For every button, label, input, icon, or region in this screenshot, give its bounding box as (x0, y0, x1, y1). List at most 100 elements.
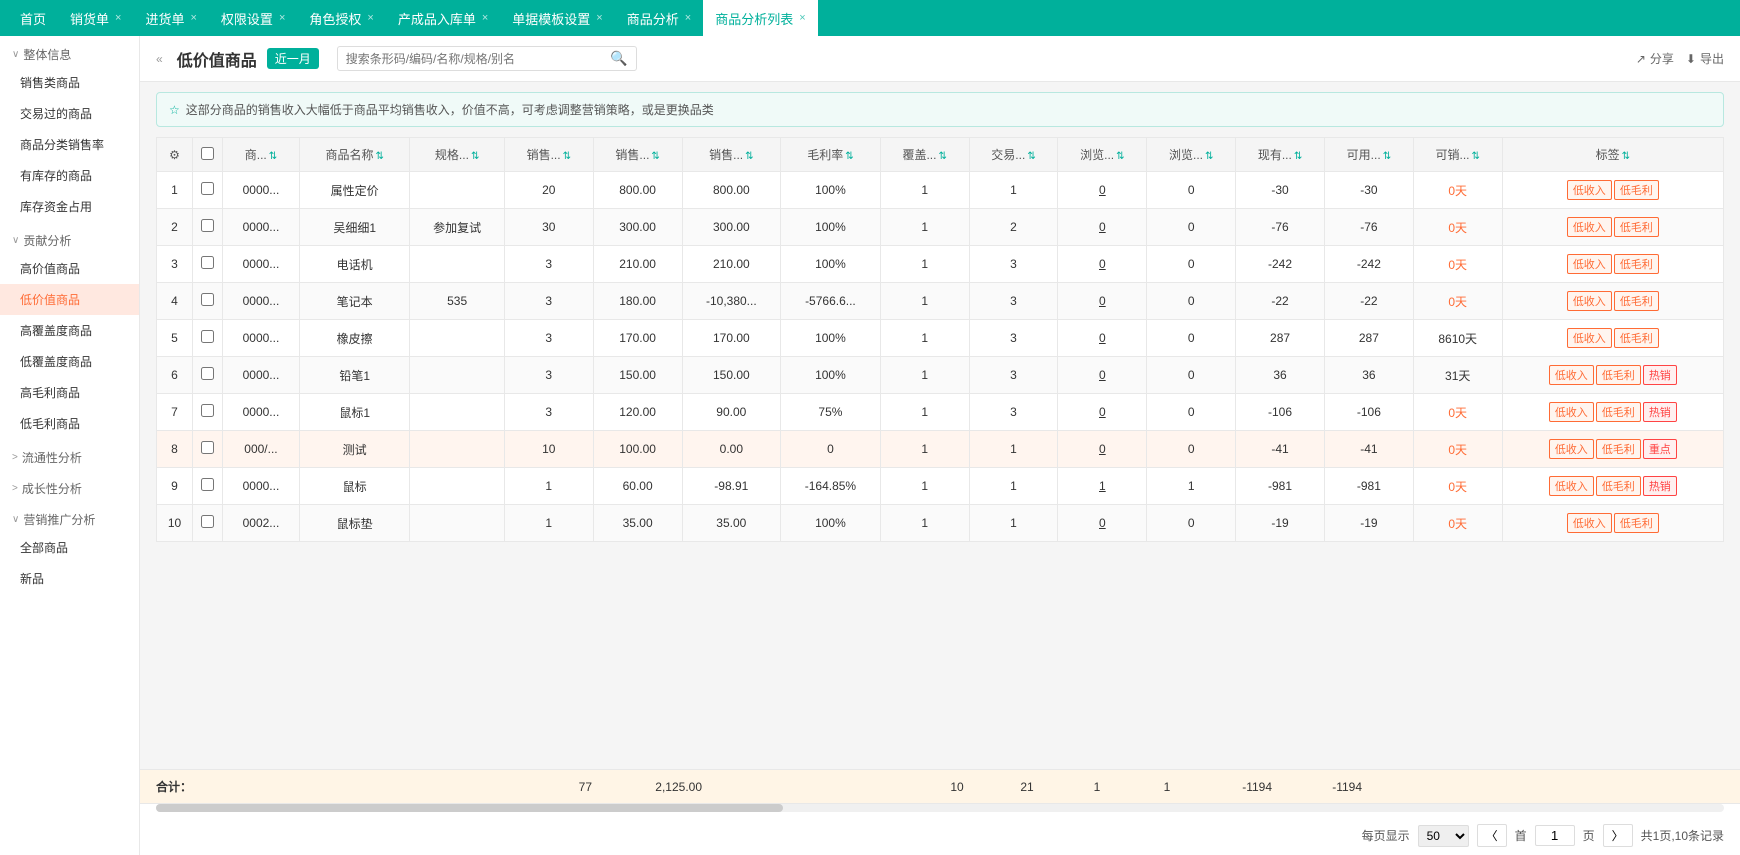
sidebar-item-new-goods[interactable]: 新品 (0, 563, 139, 594)
view1-link[interactable]: 0 (1099, 183, 1106, 197)
row-checkbox[interactable] (201, 256, 214, 269)
first-page-btn[interactable]: 〈 (1477, 824, 1507, 847)
view1-link[interactable]: 0 (1099, 257, 1106, 271)
sidebar-item-traded[interactable]: 交易过的商品 (0, 98, 139, 129)
view1-link[interactable]: 0 (1099, 368, 1106, 382)
cell-view1[interactable]: 0 (1058, 357, 1147, 394)
col-saleable[interactable]: 可销...⇅ (1413, 138, 1502, 172)
filter-tag[interactable]: 近一月 (267, 48, 319, 69)
col-sale-profit[interactable]: 销售...⇅ (682, 138, 781, 172)
sidebar-item-with-stock[interactable]: 有库存的商品 (0, 160, 139, 191)
next-page-btn[interactable]: 〉 (1603, 824, 1633, 847)
row-checkbox[interactable] (201, 330, 214, 343)
col-view1[interactable]: 浏览...⇅ (1058, 138, 1147, 172)
cell-checkbox[interactable] (193, 172, 223, 209)
settings-icon[interactable]: ⚙ (169, 148, 180, 162)
col-margin[interactable]: 毛利率⇅ (781, 138, 881, 172)
cell-checkbox[interactable] (193, 468, 223, 505)
view1-link[interactable]: 0 (1099, 220, 1106, 234)
cell-view1[interactable]: 0 (1058, 505, 1147, 542)
sidebar-collapse-btn[interactable]: « (156, 52, 163, 66)
close-template-tab[interactable]: × (596, 12, 602, 24)
sidebar-item-all-goods[interactable]: 全部商品 (0, 532, 139, 563)
nav-purchase[interactable]: 进货单 × (133, 0, 208, 36)
col-checkbox[interactable] (193, 138, 223, 172)
col-code[interactable]: 商...⇅ (223, 138, 300, 172)
col-sale-qty[interactable]: 销售...⇅ (504, 138, 593, 172)
col-settings[interactable]: ⚙ (157, 138, 193, 172)
sidebar-item-stock-funds[interactable]: 库存资金占用 (0, 191, 139, 222)
nav-home[interactable]: 首页 (8, 0, 58, 36)
sidebar-item-low-margin[interactable]: 低毛利商品 (0, 408, 139, 439)
col-coverage[interactable]: 覆盖...⇅ (880, 138, 969, 172)
close-role-tab[interactable]: × (367, 12, 373, 24)
cell-view1[interactable]: 1 (1058, 468, 1147, 505)
export-button[interactable]: ⬇ 导出 (1686, 50, 1724, 67)
nav-analysis[interactable]: 商品分析 × (615, 0, 703, 36)
close-analysis-list-tab[interactable]: × (799, 12, 805, 24)
nav-permission[interactable]: 权限设置 × (209, 0, 297, 36)
search-icon[interactable]: 🔍 (610, 50, 627, 67)
nav-template[interactable]: 单据模板设置 × (500, 0, 614, 36)
cell-checkbox[interactable] (193, 320, 223, 357)
col-sale-amount[interactable]: 销售...⇅ (593, 138, 682, 172)
nav-analysis-list[interactable]: 商品分析列表 × (703, 0, 817, 36)
view1-link[interactable]: 0 (1099, 294, 1106, 308)
cell-view1[interactable]: 0 (1058, 283, 1147, 320)
close-purchase-tab[interactable]: × (190, 12, 196, 24)
sidebar-item-high-margin[interactable]: 高毛利商品 (0, 377, 139, 408)
row-checkbox[interactable] (201, 182, 214, 195)
page-input[interactable] (1535, 825, 1575, 846)
view1-link[interactable]: 0 (1099, 442, 1106, 456)
row-checkbox[interactable] (201, 478, 214, 491)
col-spec[interactable]: 规格...⇅ (410, 138, 504, 172)
cell-view1[interactable]: 0 (1058, 172, 1147, 209)
sidebar-item-high-value[interactable]: 高价值商品 (0, 253, 139, 284)
view1-link[interactable]: 0 (1099, 516, 1106, 530)
toggle-contribution[interactable]: ∨ (12, 235, 19, 246)
cell-checkbox[interactable] (193, 394, 223, 431)
cell-view1[interactable]: 0 (1058, 394, 1147, 431)
row-checkbox[interactable] (201, 404, 214, 417)
close-inbound-tab[interactable]: × (482, 12, 488, 24)
col-name[interactable]: 商品名称⇅ (299, 138, 410, 172)
nav-inbound[interactable]: 产成品入库单 × (386, 0, 500, 36)
col-available[interactable]: 可用...⇅ (1324, 138, 1413, 172)
col-current[interactable]: 现有...⇅ (1236, 138, 1325, 172)
sidebar-item-low-value[interactable]: 低价值商品 (0, 284, 139, 315)
share-button[interactable]: ↗ 分享 (1636, 50, 1674, 67)
col-trade[interactable]: 交易...⇅ (969, 138, 1058, 172)
row-checkbox[interactable] (201, 367, 214, 380)
view1-link[interactable]: 0 (1099, 405, 1106, 419)
col-tags[interactable]: 标签⇅ (1502, 138, 1723, 172)
cell-checkbox[interactable] (193, 505, 223, 542)
view1-link[interactable]: 0 (1099, 331, 1106, 345)
sidebar-item-category-sales-rate[interactable]: 商品分类销售率 (0, 129, 139, 160)
cell-checkbox[interactable] (193, 357, 223, 394)
nav-role[interactable]: 角色授权 × (297, 0, 385, 36)
row-checkbox[interactable] (201, 441, 214, 454)
horizontal-scrollbar[interactable] (156, 804, 1724, 812)
close-sales-tab[interactable]: × (115, 12, 121, 24)
close-analysis-tab[interactable]: × (685, 12, 691, 24)
row-checkbox[interactable] (201, 219, 214, 232)
per-page-select[interactable]: 50 100 200 (1418, 825, 1469, 847)
toggle-overall[interactable]: ∨ (12, 49, 19, 60)
select-all-checkbox[interactable] (201, 147, 214, 160)
sidebar-item-low-coverage[interactable]: 低覆盖度商品 (0, 346, 139, 377)
cell-view1[interactable]: 0 (1058, 431, 1147, 468)
cell-checkbox[interactable] (193, 246, 223, 283)
cell-view1[interactable]: 0 (1058, 320, 1147, 357)
toggle-marketing[interactable]: ∨ (12, 514, 19, 525)
cell-checkbox[interactable] (193, 209, 223, 246)
scrollbar-thumb[interactable] (156, 804, 783, 812)
cell-checkbox[interactable] (193, 431, 223, 468)
close-permission-tab[interactable]: × (279, 12, 285, 24)
toggle-growth[interactable]: > (12, 483, 18, 494)
cell-checkbox[interactable] (193, 283, 223, 320)
row-checkbox[interactable] (201, 515, 214, 528)
nav-sales[interactable]: 销货单 × (58, 0, 133, 36)
view1-link[interactable]: 1 (1099, 479, 1106, 493)
toggle-circulation[interactable]: > (12, 452, 18, 463)
sidebar-item-high-coverage[interactable]: 高覆盖度商品 (0, 315, 139, 346)
